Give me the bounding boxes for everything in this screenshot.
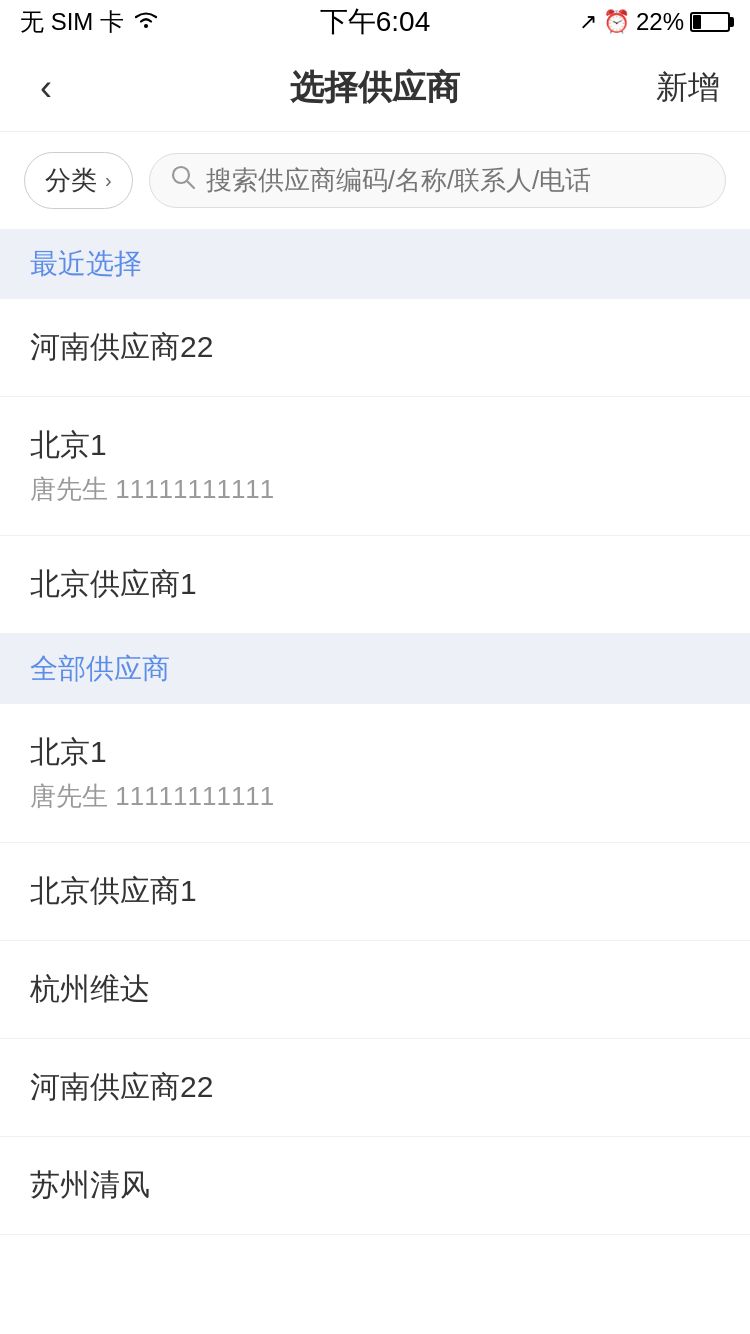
item-contact: 唐先生 11111111111 bbox=[30, 472, 720, 507]
list-item[interactable]: 北京1 唐先生 11111111111 bbox=[0, 704, 750, 843]
alarm-icon: ⏰ bbox=[603, 9, 630, 35]
category-filter-button[interactable]: 分类 › bbox=[24, 152, 133, 209]
wifi-icon bbox=[132, 8, 160, 36]
filter-bar: 分类 › bbox=[0, 132, 750, 229]
item-name: 苏州清风 bbox=[30, 1165, 720, 1206]
item-name: 北京供应商1 bbox=[30, 564, 720, 605]
list-item[interactable]: 北京1 唐先生 11111111111 bbox=[0, 397, 750, 536]
item-name: 杭州维达 bbox=[30, 969, 720, 1010]
list-item[interactable]: 北京供应商1 bbox=[0, 536, 750, 634]
back-button[interactable]: ‹ bbox=[30, 57, 62, 119]
location-icon: ↗ bbox=[579, 9, 597, 35]
item-name: 北京1 bbox=[30, 732, 720, 773]
recent-section-label: 最近选择 bbox=[30, 248, 142, 279]
nav-bar: ‹ 选择供应商 新增 bbox=[0, 44, 750, 132]
status-left: 无 SIM 卡 bbox=[20, 6, 160, 38]
list-item[interactable]: 苏州清风 bbox=[0, 1137, 750, 1235]
recent-section-header: 最近选择 bbox=[0, 229, 750, 299]
list-item[interactable]: 河南供应商22 bbox=[0, 299, 750, 397]
recent-items-list: 河南供应商22 北京1 唐先生 11111111111 北京供应商1 bbox=[0, 299, 750, 634]
list-item[interactable]: 河南供应商22 bbox=[0, 1039, 750, 1137]
battery-percent: 22% bbox=[636, 8, 684, 36]
add-button[interactable]: 新增 bbox=[656, 66, 720, 110]
item-name: 河南供应商22 bbox=[30, 327, 720, 368]
all-section-label: 全部供应商 bbox=[30, 653, 170, 684]
svg-line-2 bbox=[187, 181, 194, 188]
chevron-right-icon: › bbox=[105, 169, 112, 192]
category-label: 分类 bbox=[45, 163, 97, 198]
search-box[interactable] bbox=[149, 153, 726, 208]
item-name: 北京1 bbox=[30, 425, 720, 466]
battery-icon bbox=[690, 12, 730, 32]
all-items-list: 北京1 唐先生 11111111111 北京供应商1 杭州维达 河南供应商22 … bbox=[0, 704, 750, 1235]
search-input[interactable] bbox=[206, 165, 705, 196]
list-item[interactable]: 杭州维达 bbox=[0, 941, 750, 1039]
svg-point-0 bbox=[144, 24, 148, 28]
item-contact: 唐先生 11111111111 bbox=[30, 779, 720, 814]
status-bar: 无 SIM 卡 下午6:04 ↗ ⏰ 22% bbox=[0, 0, 750, 44]
status-time: 下午6:04 bbox=[320, 3, 431, 41]
item-name: 河南供应商22 bbox=[30, 1067, 720, 1108]
item-name: 北京供应商1 bbox=[30, 871, 720, 912]
page-title: 选择供应商 bbox=[290, 65, 460, 111]
search-icon bbox=[170, 164, 196, 197]
all-section-header: 全部供应商 bbox=[0, 634, 750, 704]
status-right: ↗ ⏰ 22% bbox=[579, 8, 730, 36]
carrier-text: 无 SIM 卡 bbox=[20, 6, 124, 38]
list-item[interactable]: 北京供应商1 bbox=[0, 843, 750, 941]
